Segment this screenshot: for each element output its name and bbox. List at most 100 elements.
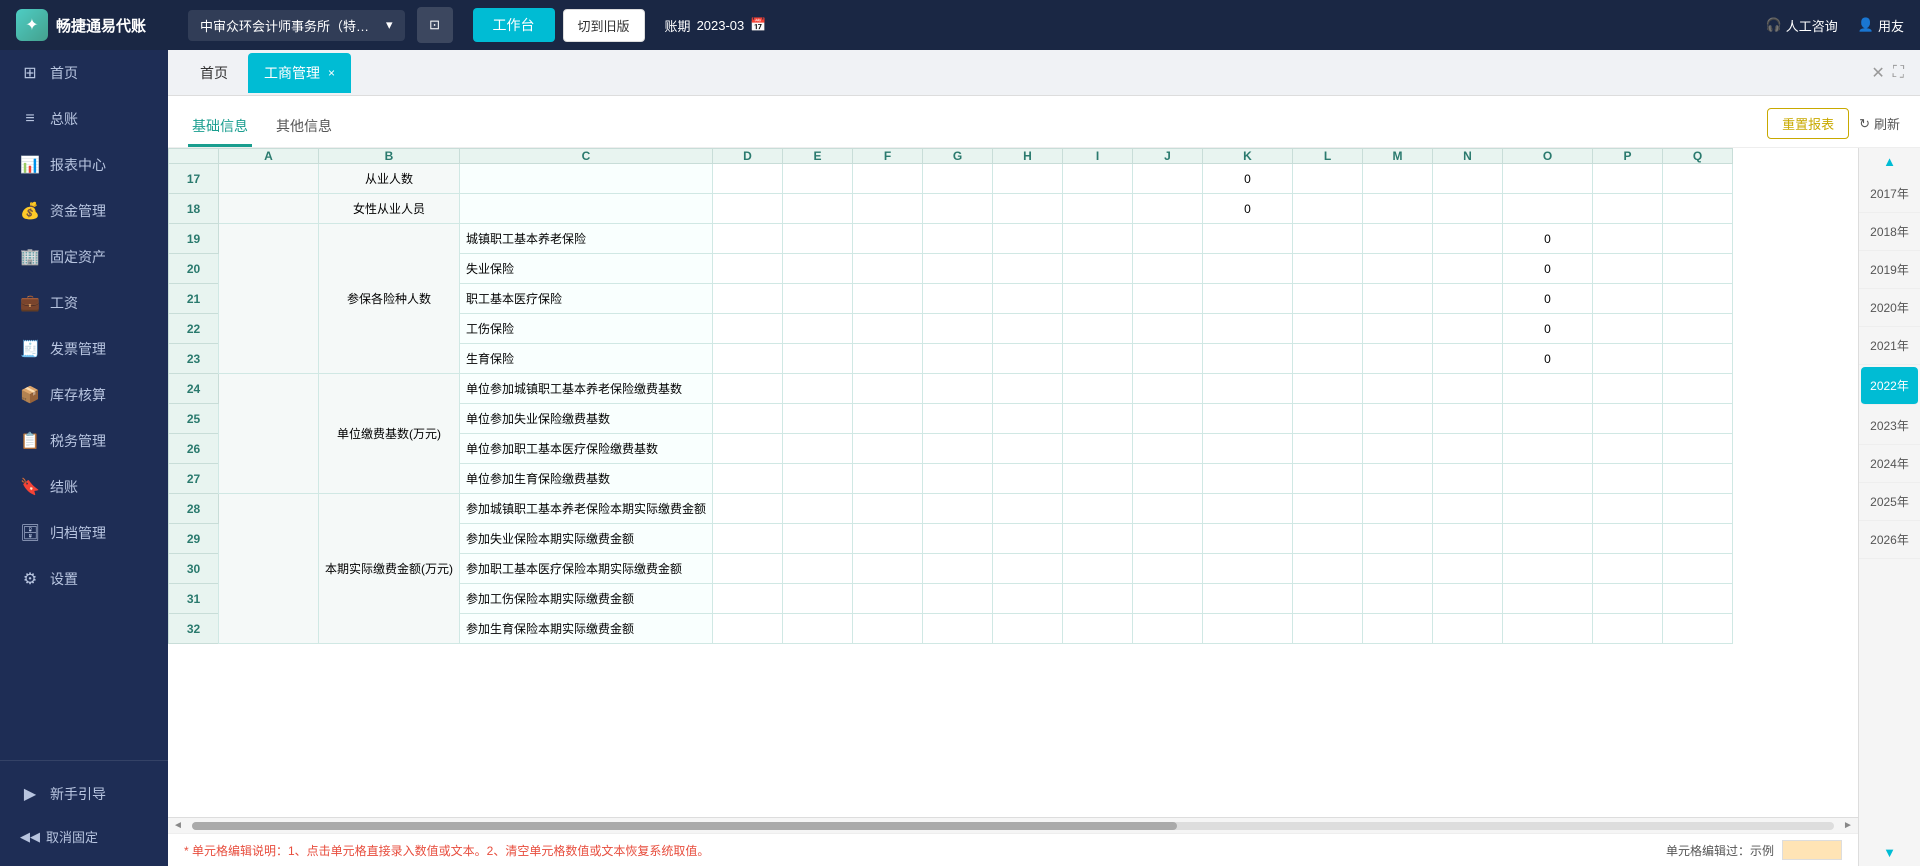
cell-25-h[interactable] <box>993 404 1063 434</box>
cell-25-c[interactable]: 单位参加失业保险缴费基数 <box>460 404 713 434</box>
cell-18-c[interactable] <box>460 194 713 224</box>
cell-19-c[interactable]: 城镇职工基本养老保险 <box>460 224 713 254</box>
sidebar-item-invoices[interactable]: 🧾 发票管理 <box>0 326 168 372</box>
cell-25-l[interactable] <box>1293 404 1363 434</box>
cell-19-d[interactable] <box>713 224 783 254</box>
cell-22-p[interactable] <box>1593 314 1663 344</box>
cell-25-i[interactable] <box>1063 404 1133 434</box>
cell-25-d[interactable] <box>713 404 783 434</box>
cell-18-j[interactable] <box>1133 194 1203 224</box>
cell-31-l[interactable] <box>1293 584 1363 614</box>
cell-24-l[interactable] <box>1293 374 1363 404</box>
h-scroll-area[interactable]: ◄ ► <box>168 817 1858 833</box>
cell-30-l[interactable] <box>1293 554 1363 584</box>
sidebar-item-funds[interactable]: 💰 资金管理 <box>0 188 168 234</box>
cell-31-n[interactable] <box>1433 584 1503 614</box>
cell-28-k[interactable] <box>1203 494 1293 524</box>
cell-28-j[interactable] <box>1133 494 1203 524</box>
cell-19-b[interactable]: 参保各险种人数 <box>319 224 460 374</box>
cell-21-k[interactable] <box>1203 284 1293 314</box>
cell-25-n[interactable] <box>1433 404 1503 434</box>
company-selector[interactable]: 中审众环会计师事务所（特殊普通合伙... ▾ <box>188 10 405 41</box>
cell-29-h[interactable] <box>993 524 1063 554</box>
cell-22-d[interactable] <box>713 314 783 344</box>
sidebar-item-settings[interactable]: ⚙ 设置 <box>0 556 168 602</box>
cell-18-n[interactable] <box>1433 194 1503 224</box>
cell-20-n[interactable] <box>1433 254 1503 284</box>
cell-32-h[interactable] <box>993 614 1063 644</box>
tab-gongshang[interactable]: 工商管理 × <box>248 53 351 93</box>
copy-icon[interactable]: ⊡ <box>417 7 453 43</box>
cell-30-j[interactable] <box>1133 554 1203 584</box>
workbench-button[interactable]: 工作台 <box>473 8 555 42</box>
cell-27-d[interactable] <box>713 464 783 494</box>
cell-19-a[interactable] <box>219 224 319 374</box>
cell-23-n[interactable] <box>1433 344 1503 374</box>
cell-29-g[interactable] <box>923 524 993 554</box>
cell-27-g[interactable] <box>923 464 993 494</box>
cell-25-f[interactable] <box>853 404 923 434</box>
cell-27-i[interactable] <box>1063 464 1133 494</box>
cell-19-i[interactable] <box>1063 224 1133 254</box>
cell-32-d[interactable] <box>713 614 783 644</box>
sidebar-item-inventory[interactable]: 📦 库存核算 <box>0 372 168 418</box>
cell-19-j[interactable] <box>1133 224 1203 254</box>
cell-19-n[interactable] <box>1433 224 1503 254</box>
cell-31-d[interactable] <box>713 584 783 614</box>
cell-23-j[interactable] <box>1133 344 1203 374</box>
cell-31-p[interactable] <box>1593 584 1663 614</box>
cell-32-c[interactable]: 参加生育保险本期实际缴费金额 <box>460 614 713 644</box>
cell-28-b[interactable]: 本期实际缴费金额(万元) <box>319 494 460 644</box>
cell-17-e[interactable] <box>783 164 853 194</box>
table-wrapper[interactable]: A B C D E F G H I J K L <box>168 148 1858 817</box>
year-item-2023[interactable]: 2023年 <box>1859 407 1920 445</box>
cell-30-k[interactable] <box>1203 554 1293 584</box>
cell-23-k[interactable] <box>1203 344 1293 374</box>
cell-27-k[interactable] <box>1203 464 1293 494</box>
cell-18-m[interactable] <box>1363 194 1433 224</box>
cell-32-f[interactable] <box>853 614 923 644</box>
sidebar-item-ledger[interactable]: ≡ 总账 <box>0 96 168 142</box>
h-scroll-right-arrow[interactable]: ► <box>1838 820 1858 831</box>
h-scroll-left-arrow[interactable]: ◄ <box>168 820 188 831</box>
cell-23-m[interactable] <box>1363 344 1433 374</box>
cell-29-j[interactable] <box>1133 524 1203 554</box>
cell-22-e[interactable] <box>783 314 853 344</box>
cell-26-l[interactable] <box>1293 434 1363 464</box>
cell-17-g[interactable] <box>923 164 993 194</box>
cell-24-g[interactable] <box>923 374 993 404</box>
year-item-2026[interactable]: 2026年 <box>1859 521 1920 559</box>
cell-21-d[interactable] <box>713 284 783 314</box>
cell-29-f[interactable] <box>853 524 923 554</box>
cell-17-o[interactable] <box>1503 164 1593 194</box>
cell-17-n[interactable] <box>1433 164 1503 194</box>
cell-19-g[interactable] <box>923 224 993 254</box>
cell-19-o[interactable]: 0 <box>1503 224 1593 254</box>
reset-report-button[interactable]: 重置报表 <box>1767 108 1849 139</box>
cell-30-f[interactable] <box>853 554 923 584</box>
year-item-2020[interactable]: 2020年 <box>1859 289 1920 327</box>
cell-19-l[interactable] <box>1293 224 1363 254</box>
cell-29-o[interactable] <box>1503 524 1593 554</box>
cell-24-c[interactable]: 单位参加城镇职工基本养老保险缴费基数 <box>460 374 713 404</box>
cell-28-l[interactable] <box>1293 494 1363 524</box>
cell-22-n[interactable] <box>1433 314 1503 344</box>
cell-25-p[interactable] <box>1593 404 1663 434</box>
cell-17-i[interactable] <box>1063 164 1133 194</box>
cell-17-l[interactable] <box>1293 164 1363 194</box>
cell-25-g[interactable] <box>923 404 993 434</box>
cell-19-m[interactable] <box>1363 224 1433 254</box>
cell-18-g[interactable] <box>923 194 993 224</box>
cell-28-m[interactable] <box>1363 494 1433 524</box>
cell-20-d[interactable] <box>713 254 783 284</box>
cell-23-p[interactable] <box>1593 344 1663 374</box>
cell-18-f[interactable] <box>853 194 923 224</box>
cell-31-o[interactable] <box>1503 584 1593 614</box>
cell-26-d[interactable] <box>713 434 783 464</box>
cell-21-g[interactable] <box>923 284 993 314</box>
cell-20-q[interactable] <box>1663 254 1733 284</box>
cell-27-o[interactable] <box>1503 464 1593 494</box>
cell-21-j[interactable] <box>1133 284 1203 314</box>
cell-22-h[interactable] <box>993 314 1063 344</box>
cell-19-q[interactable] <box>1663 224 1733 254</box>
